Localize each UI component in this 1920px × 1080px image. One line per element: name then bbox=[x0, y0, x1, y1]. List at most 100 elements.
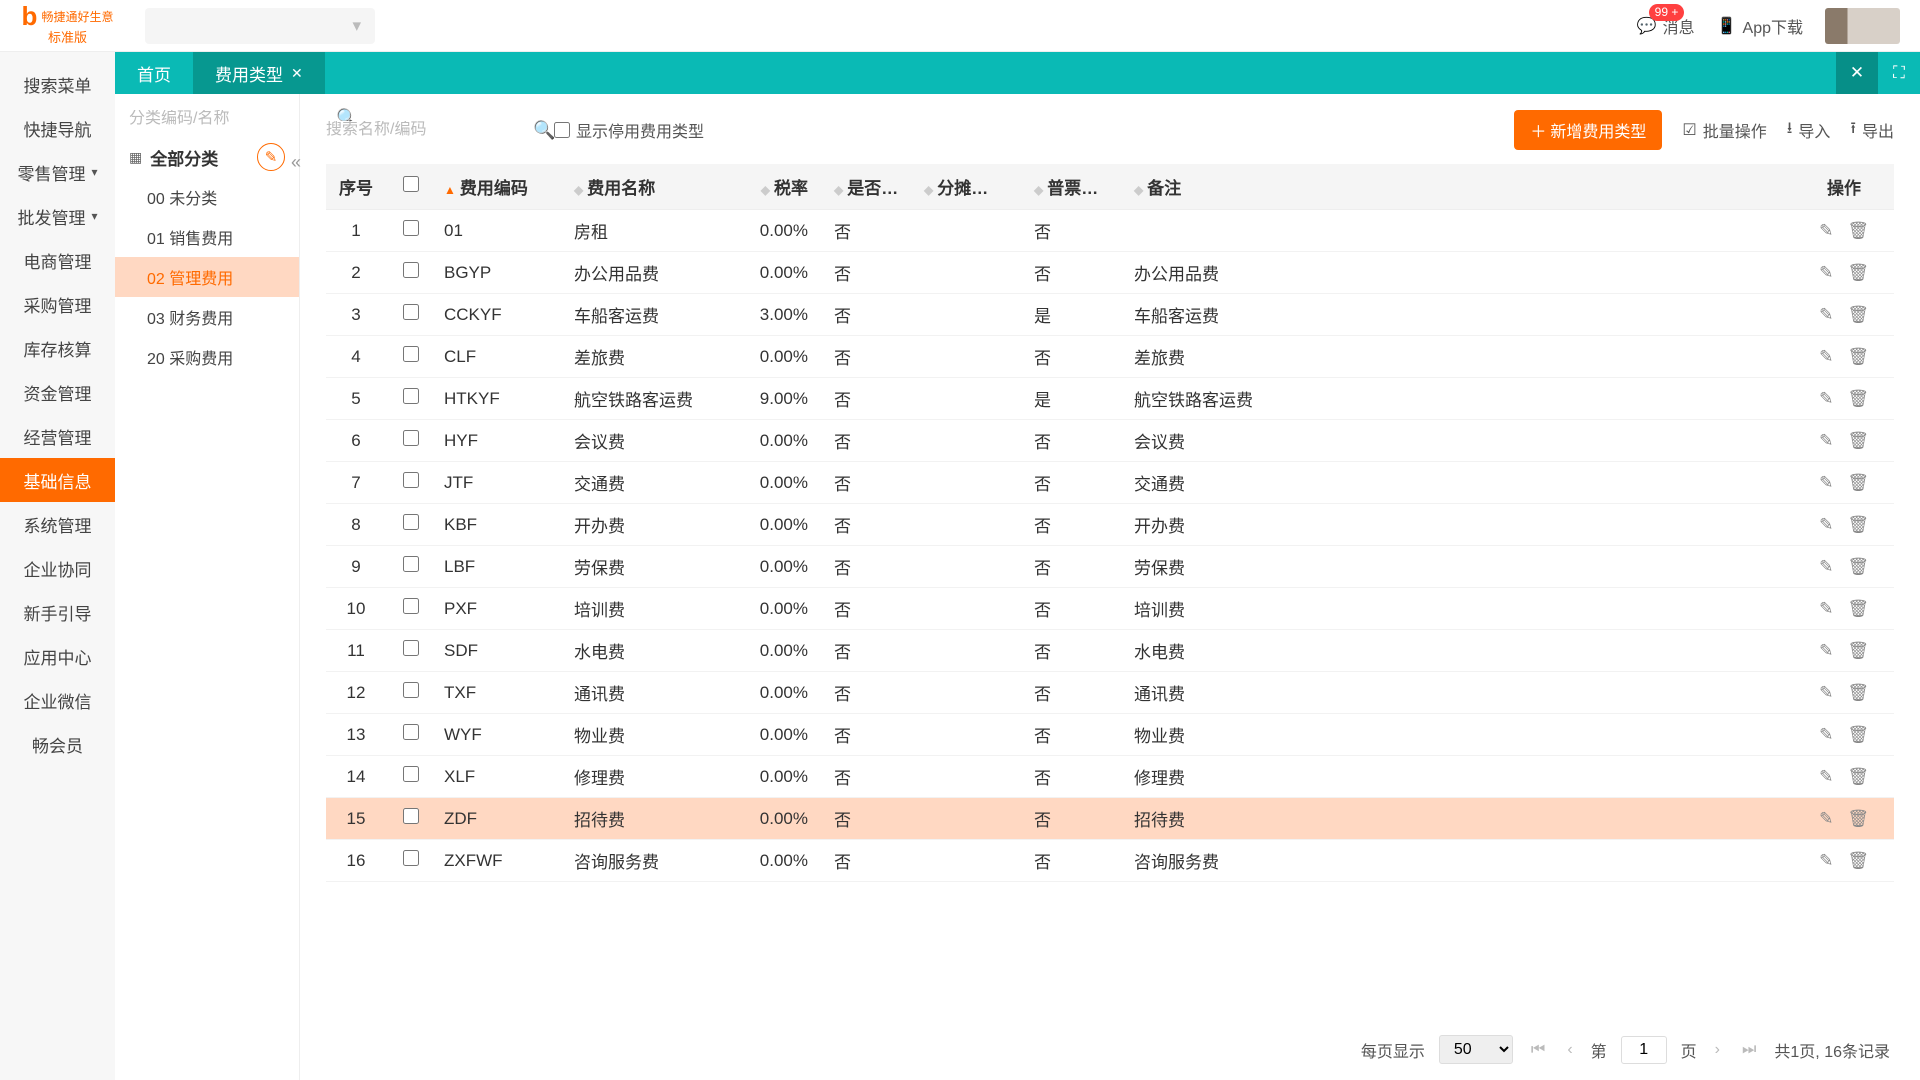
col-seq[interactable]: 序号 bbox=[326, 164, 386, 210]
add-expense-type-button[interactable]: ＋新增费用类型 bbox=[1514, 110, 1662, 150]
delete-icon[interactable]: 🗑 bbox=[1847, 473, 1869, 493]
category-all-label[interactable]: 全部分类 bbox=[150, 145, 218, 170]
sidebar-item-2[interactable]: 零售管理▾ bbox=[0, 150, 115, 194]
edit-icon[interactable]: ✎ bbox=[1819, 263, 1833, 283]
export-button[interactable]: ⭱导出 bbox=[1850, 117, 1894, 144]
edit-icon[interactable]: ✎ bbox=[1819, 641, 1833, 661]
edit-icon[interactable]: ✎ bbox=[1819, 557, 1833, 577]
row-checkbox[interactable] bbox=[403, 724, 419, 740]
table-row[interactable]: 6HYF会议费0.00%否否会议费✎🗑 bbox=[326, 420, 1894, 462]
category-item-3[interactable]: 03 财务费用 bbox=[115, 297, 299, 337]
col-name[interactable]: ◆费用名称 bbox=[566, 164, 736, 210]
row-checkbox[interactable] bbox=[403, 304, 419, 320]
col-rate[interactable]: ◆税率 bbox=[736, 164, 826, 210]
row-checkbox[interactable] bbox=[403, 514, 419, 530]
edit-icon[interactable]: ✎ bbox=[1819, 725, 1833, 745]
col-code[interactable]: ▲费用编码 bbox=[436, 164, 566, 210]
import-button[interactable]: ⭳导入 bbox=[1787, 117, 1831, 144]
edit-icon[interactable]: ✎ bbox=[1819, 221, 1833, 241]
delete-icon[interactable]: 🗑 bbox=[1847, 851, 1869, 871]
delete-icon[interactable]: 🗑 bbox=[1847, 305, 1869, 325]
table-row[interactable]: 13WYF物业费0.00%否否物业费✎🗑 bbox=[326, 714, 1894, 756]
table-row[interactable]: 8KBF开办费0.00%否否开办费✎🗑 bbox=[326, 504, 1894, 546]
col-pz[interactable]: ◆普票… bbox=[1026, 164, 1126, 210]
page-size-select[interactable]: 50 bbox=[1439, 1035, 1513, 1064]
sidebar-item-15[interactable]: 畅会员 bbox=[0, 722, 115, 766]
row-checkbox[interactable] bbox=[403, 850, 419, 866]
edit-icon[interactable]: ✎ bbox=[1819, 347, 1833, 367]
sidebar-item-1[interactable]: 快捷导航 bbox=[0, 106, 115, 150]
row-checkbox[interactable] bbox=[403, 556, 419, 572]
sidebar-item-14[interactable]: 企业微信 bbox=[0, 678, 115, 722]
sidebar-item-0[interactable]: 搜索菜单 bbox=[0, 62, 115, 106]
table-row[interactable]: 14XLF修理费0.00%否否修理费✎🗑 bbox=[326, 756, 1894, 798]
avatar[interactable] bbox=[1825, 8, 1900, 44]
table-row[interactable]: 7JTF交通费0.00%否否交通费✎🗑 bbox=[326, 462, 1894, 504]
row-checkbox[interactable] bbox=[403, 388, 419, 404]
show-disabled-checkbox[interactable]: 显示停用费用类型 bbox=[554, 118, 704, 142]
delete-icon[interactable]: 🗑 bbox=[1847, 557, 1869, 577]
delete-icon[interactable]: 🗑 bbox=[1847, 641, 1869, 661]
sidebar-item-11[interactable]: 企业协同 bbox=[0, 546, 115, 590]
edit-icon[interactable]: ✎ bbox=[1819, 389, 1833, 409]
delete-icon[interactable]: 🗑 bbox=[1847, 767, 1869, 787]
sidebar-item-4[interactable]: 电商管理 bbox=[0, 238, 115, 282]
edit-category-button[interactable]: ✎ bbox=[257, 143, 285, 171]
next-page-button[interactable]: › bbox=[1711, 1041, 1724, 1059]
delete-icon[interactable]: 🗑 bbox=[1847, 431, 1869, 451]
col-share[interactable]: ◆分摊… bbox=[916, 164, 1026, 210]
sidebar-item-5[interactable]: 采购管理 bbox=[0, 282, 115, 326]
table-row[interactable]: 16ZXFWF咨询服务费0.00%否否咨询服务费✎🗑 bbox=[326, 840, 1894, 882]
table-row[interactable]: 12TXF通讯费0.00%否否通讯费✎🗑 bbox=[326, 672, 1894, 714]
col-remark[interactable]: ◆备注 bbox=[1126, 164, 1794, 210]
sidebar-item-10[interactable]: 系统管理 bbox=[0, 502, 115, 546]
row-checkbox[interactable] bbox=[403, 682, 419, 698]
row-checkbox[interactable] bbox=[403, 598, 419, 614]
sidebar-item-6[interactable]: 库存核算 bbox=[0, 326, 115, 370]
fullscreen-button[interactable]: ⛶ bbox=[1878, 52, 1920, 94]
table-row[interactable]: 10PXF培训费0.00%否否培训费✎🗑 bbox=[326, 588, 1894, 630]
edit-icon[interactable]: ✎ bbox=[1819, 809, 1833, 829]
edit-icon[interactable]: ✎ bbox=[1819, 767, 1833, 787]
delete-icon[interactable]: 🗑 bbox=[1847, 515, 1869, 535]
tab-expense-type[interactable]: 费用类型 ✕ bbox=[193, 52, 325, 94]
messages-button[interactable]: 99 + 💬 消息 bbox=[1637, 14, 1695, 38]
row-checkbox[interactable] bbox=[403, 346, 419, 362]
table-search-input[interactable] bbox=[326, 121, 533, 139]
row-checkbox[interactable] bbox=[403, 430, 419, 446]
sidebar-item-8[interactable]: 经营管理 bbox=[0, 414, 115, 458]
sidebar-item-3[interactable]: 批发管理▾ bbox=[0, 194, 115, 238]
table-row[interactable]: 9LBF劳保费0.00%否否劳保费✎🗑 bbox=[326, 546, 1894, 588]
select-all-checkbox[interactable] bbox=[403, 176, 419, 192]
delete-icon[interactable]: 🗑 bbox=[1847, 809, 1869, 829]
table-row[interactable]: 4CLF差旅费0.00%否否差旅费✎🗑 bbox=[326, 336, 1894, 378]
batch-action-button[interactable]: ☑批量操作 bbox=[1682, 118, 1766, 142]
delete-icon[interactable]: 🗑 bbox=[1847, 347, 1869, 367]
category-item-4[interactable]: 20 采购费用 bbox=[115, 337, 299, 377]
sidebar-item-9[interactable]: 基础信息 bbox=[0, 458, 115, 502]
edit-icon[interactable]: ✎ bbox=[1819, 305, 1833, 325]
table-row[interactable]: 3CCKYF车船客运费3.00%否是车船客运费✎🗑 bbox=[326, 294, 1894, 336]
edit-icon[interactable]: ✎ bbox=[1819, 515, 1833, 535]
row-checkbox[interactable] bbox=[403, 472, 419, 488]
category-item-0[interactable]: 00 未分类 bbox=[115, 177, 299, 217]
prev-page-button[interactable]: ‹ bbox=[1563, 1041, 1576, 1059]
company-selector[interactable]: ▾ bbox=[145, 8, 375, 44]
edit-icon[interactable]: ✎ bbox=[1819, 851, 1833, 871]
edit-icon[interactable]: ✎ bbox=[1819, 683, 1833, 703]
app-download-button[interactable]: 📱 App下载 bbox=[1717, 14, 1803, 38]
edit-icon[interactable]: ✎ bbox=[1819, 599, 1833, 619]
collapse-panel-button[interactable]: « bbox=[285, 139, 307, 185]
delete-icon[interactable]: 🗑 bbox=[1847, 599, 1869, 619]
first-page-button[interactable]: ⏮ bbox=[1527, 1041, 1549, 1059]
row-checkbox[interactable] bbox=[403, 808, 419, 824]
delete-icon[interactable]: 🗑 bbox=[1847, 683, 1869, 703]
show-disabled-input[interactable] bbox=[554, 122, 570, 138]
table-row[interactable]: 5HTKYF航空铁路客运费9.00%否是航空铁路客运费✎🗑 bbox=[326, 378, 1894, 420]
edit-icon[interactable]: ✎ bbox=[1819, 473, 1833, 493]
table-row[interactable]: 101房租0.00%否否✎🗑 bbox=[326, 210, 1894, 252]
last-page-button[interactable]: ⏭ bbox=[1738, 1041, 1760, 1059]
sidebar-item-7[interactable]: 资金管理 bbox=[0, 370, 115, 414]
delete-icon[interactable]: 🗑 bbox=[1847, 725, 1869, 745]
category-item-1[interactable]: 01 销售费用 bbox=[115, 217, 299, 257]
